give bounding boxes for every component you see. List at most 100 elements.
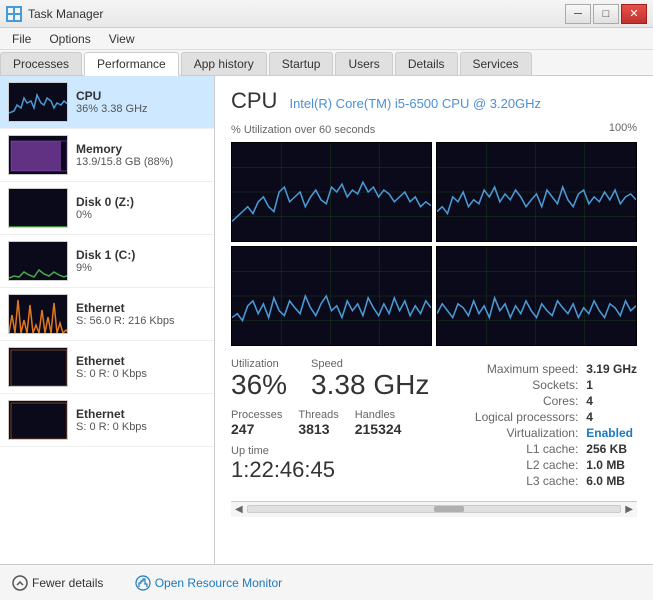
cpu-chart-core1	[436, 142, 637, 242]
handles-label: Handles	[355, 409, 402, 421]
cpu-chart-core0	[231, 142, 432, 242]
sidebar-disk0-subtitle: 0%	[76, 209, 206, 221]
sidebar-cpu-title: CPU	[76, 89, 206, 103]
app-icon	[6, 6, 22, 22]
rs-label-logproc: Logical processors:	[475, 410, 578, 424]
open-resource-monitor-link[interactable]: Open Resource Monitor	[155, 576, 282, 590]
memory-thumbnail	[8, 135, 68, 175]
rs-label-l3: L3 cache:	[475, 474, 578, 488]
tab-startup[interactable]: Startup	[269, 52, 334, 75]
ethernet1-thumbnail	[8, 294, 68, 334]
sidebar-item-disk0[interactable]: Disk 0 (Z:) 0%	[0, 182, 214, 235]
charts-grid	[231, 142, 637, 346]
scrollbar-track[interactable]	[247, 505, 622, 513]
title-bar: Task Manager ─ □ ✕	[0, 0, 653, 28]
window-controls: ─ □ ✕	[565, 4, 647, 24]
uptime-value: 1:22:46:45	[231, 457, 475, 483]
handles-block: Handles 215324	[355, 409, 402, 437]
utilization-block: Utilization 36%	[231, 358, 287, 401]
disk1-thumbnail	[8, 241, 68, 281]
handles-value: 215324	[355, 421, 402, 437]
stats-row1: Utilization 36% Speed 3.38 GHz	[231, 358, 475, 401]
sidebar-memory-subtitle: 13.9/15.8 GB (88%)	[76, 156, 206, 168]
scroll-right-arrow[interactable]: ▶	[625, 504, 633, 515]
sidebar-disk1-title: Disk 1 (C:)	[76, 248, 206, 262]
rs-value-l2: 1.0 MB	[586, 458, 637, 472]
tab-details[interactable]: Details	[395, 52, 458, 75]
sidebar-ethernet1-title: Ethernet	[76, 301, 206, 315]
sidebar: CPU 36% 3.38 GHz Memory 13.9/15.8 GB (88…	[0, 76, 215, 564]
rs-value-l3: 6.0 MB	[586, 474, 637, 488]
rs-value-sockets: 1	[586, 378, 637, 392]
chart-section: % Utilization over 60 seconds 100%	[231, 122, 637, 346]
processes-label: Processes	[231, 409, 282, 421]
content-area: CPU 36% 3.38 GHz Memory 13.9/15.8 GB (88…	[0, 76, 653, 564]
sidebar-item-ethernet2[interactable]: Ethernet S: 0 R: 0 Kbps	[0, 341, 214, 394]
sidebar-item-ethernet3[interactable]: Ethernet S: 0 R: 0 Kbps	[0, 394, 214, 447]
tab-performance[interactable]: Performance	[84, 52, 179, 76]
chart-label: % Utilization over 60 seconds	[231, 124, 375, 136]
speed-value: 3.38 GHz	[311, 370, 429, 401]
menu-view[interactable]: View	[101, 30, 143, 48]
stats-row2: Processes 247 Threads 3813 Handles 21532…	[231, 409, 475, 437]
sidebar-ethernet3-title: Ethernet	[76, 407, 206, 421]
cpu-chart-core3	[436, 246, 637, 346]
uptime-label: Up time	[231, 445, 475, 457]
rs-label-virt: Virtualization:	[475, 426, 578, 440]
processes-block: Processes 247	[231, 409, 282, 437]
ethernet3-thumbnail	[8, 400, 68, 440]
cpu-header: CPU Intel(R) Core(TM) i5-6500 CPU @ 3.20…	[231, 88, 637, 114]
rs-label-maxspeed: Maximum speed:	[475, 362, 578, 376]
tab-processes[interactable]: Processes	[0, 52, 82, 75]
scrollbar-area: ◀ ▶	[231, 501, 637, 517]
sidebar-cpu-subtitle: 36% 3.38 GHz	[76, 103, 206, 115]
rs-value-virt: Enabled	[586, 426, 637, 440]
main-panel: CPU Intel(R) Core(TM) i5-6500 CPU @ 3.20…	[215, 76, 653, 564]
sidebar-item-cpu[interactable]: CPU 36% 3.38 GHz	[0, 76, 214, 129]
restore-button[interactable]: □	[593, 4, 619, 24]
sidebar-disk0-title: Disk 0 (Z:)	[76, 195, 206, 209]
cpu-chart-core2	[231, 246, 432, 346]
bottom-bar: Fewer details Open Resource Monitor	[0, 564, 653, 600]
window-title: Task Manager	[28, 7, 103, 21]
tab-app-history[interactable]: App history	[181, 52, 267, 75]
scroll-left-arrow[interactable]: ◀	[235, 504, 243, 515]
fewer-details-label: Fewer details	[32, 576, 103, 590]
fewer-details-button[interactable]: Fewer details	[12, 575, 103, 591]
sidebar-item-disk1[interactable]: Disk 1 (C:) 9%	[0, 235, 214, 288]
sidebar-item-memory[interactable]: Memory 13.9/15.8 GB (88%)	[0, 129, 214, 182]
rs-value-l1: 256 KB	[586, 442, 637, 456]
cpu-title: CPU	[231, 88, 277, 114]
speed-block: Speed 3.38 GHz	[311, 358, 429, 401]
tab-bar: Processes Performance App history Startu…	[0, 50, 653, 76]
rs-label-cores: Cores:	[475, 394, 578, 408]
ethernet2-thumbnail	[8, 347, 68, 387]
close-button[interactable]: ✕	[621, 4, 647, 24]
scrollbar-thumb[interactable]	[434, 506, 464, 512]
cpu-name: Intel(R) Core(TM) i5-6500 CPU @ 3.20GHz	[289, 96, 541, 111]
tab-users[interactable]: Users	[335, 52, 392, 75]
threads-label: Threads	[298, 409, 338, 421]
sidebar-disk1-subtitle: 9%	[76, 262, 206, 274]
right-stats: Maximum speed: 3.19 GHz Sockets: 1 Cores…	[475, 362, 637, 488]
fewer-details-icon	[12, 575, 28, 591]
chart-max: 100%	[609, 122, 637, 134]
rs-label-l2: L2 cache:	[475, 458, 578, 472]
rs-value-logproc: 4	[586, 410, 637, 424]
menu-options[interactable]: Options	[41, 30, 98, 48]
sidebar-item-ethernet1[interactable]: Ethernet S: 56.0 R: 216 Kbps	[0, 288, 214, 341]
rs-label-l1: L1 cache:	[475, 442, 578, 456]
sidebar-ethernet1-subtitle: S: 56.0 R: 216 Kbps	[76, 315, 206, 327]
menu-file[interactable]: File	[4, 30, 39, 48]
cpu-thumbnail	[8, 82, 68, 122]
rs-value-cores: 4	[586, 394, 637, 408]
threads-block: Threads 3813	[298, 409, 338, 437]
resource-monitor-icon	[135, 575, 151, 591]
minimize-button[interactable]: ─	[565, 4, 591, 24]
tab-services[interactable]: Services	[460, 52, 532, 75]
menu-bar: File Options View	[0, 28, 653, 50]
rs-value-maxspeed: 3.19 GHz	[586, 362, 637, 376]
sidebar-memory-title: Memory	[76, 142, 206, 156]
sidebar-ethernet2-subtitle: S: 0 R: 0 Kbps	[76, 368, 206, 380]
rs-label-sockets: Sockets:	[475, 378, 578, 392]
